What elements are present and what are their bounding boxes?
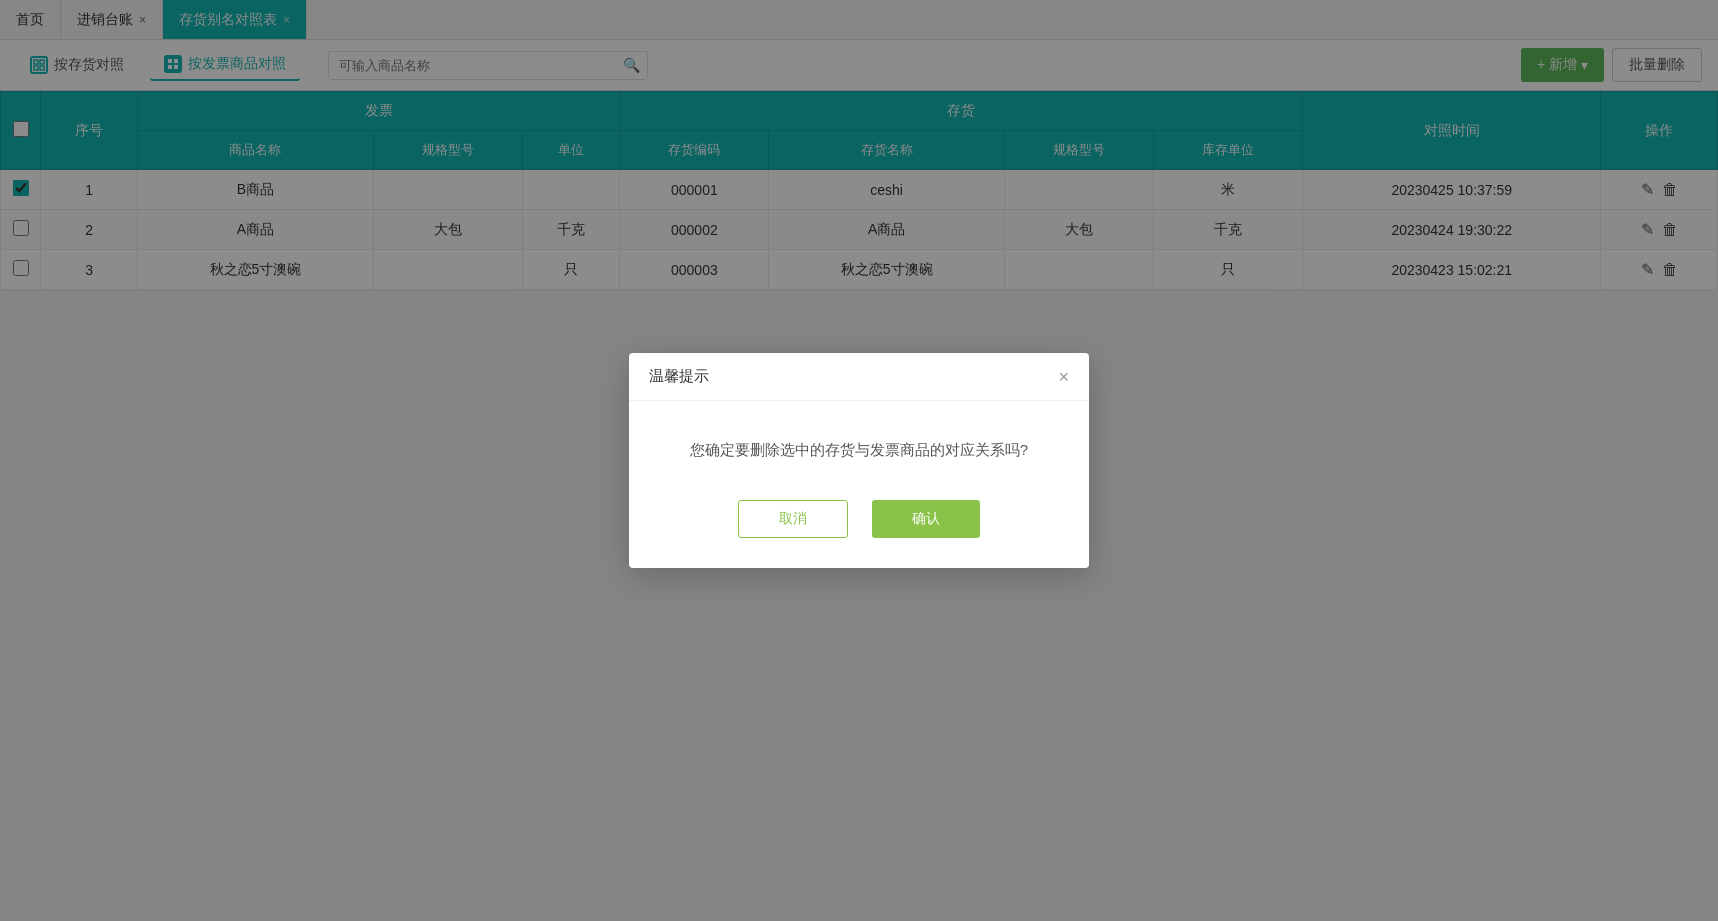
dialog-overlay: 温馨提示 × 您确定要删除选中的存货与发票商品的对应关系吗? 取消 确认 (0, 0, 1718, 290)
